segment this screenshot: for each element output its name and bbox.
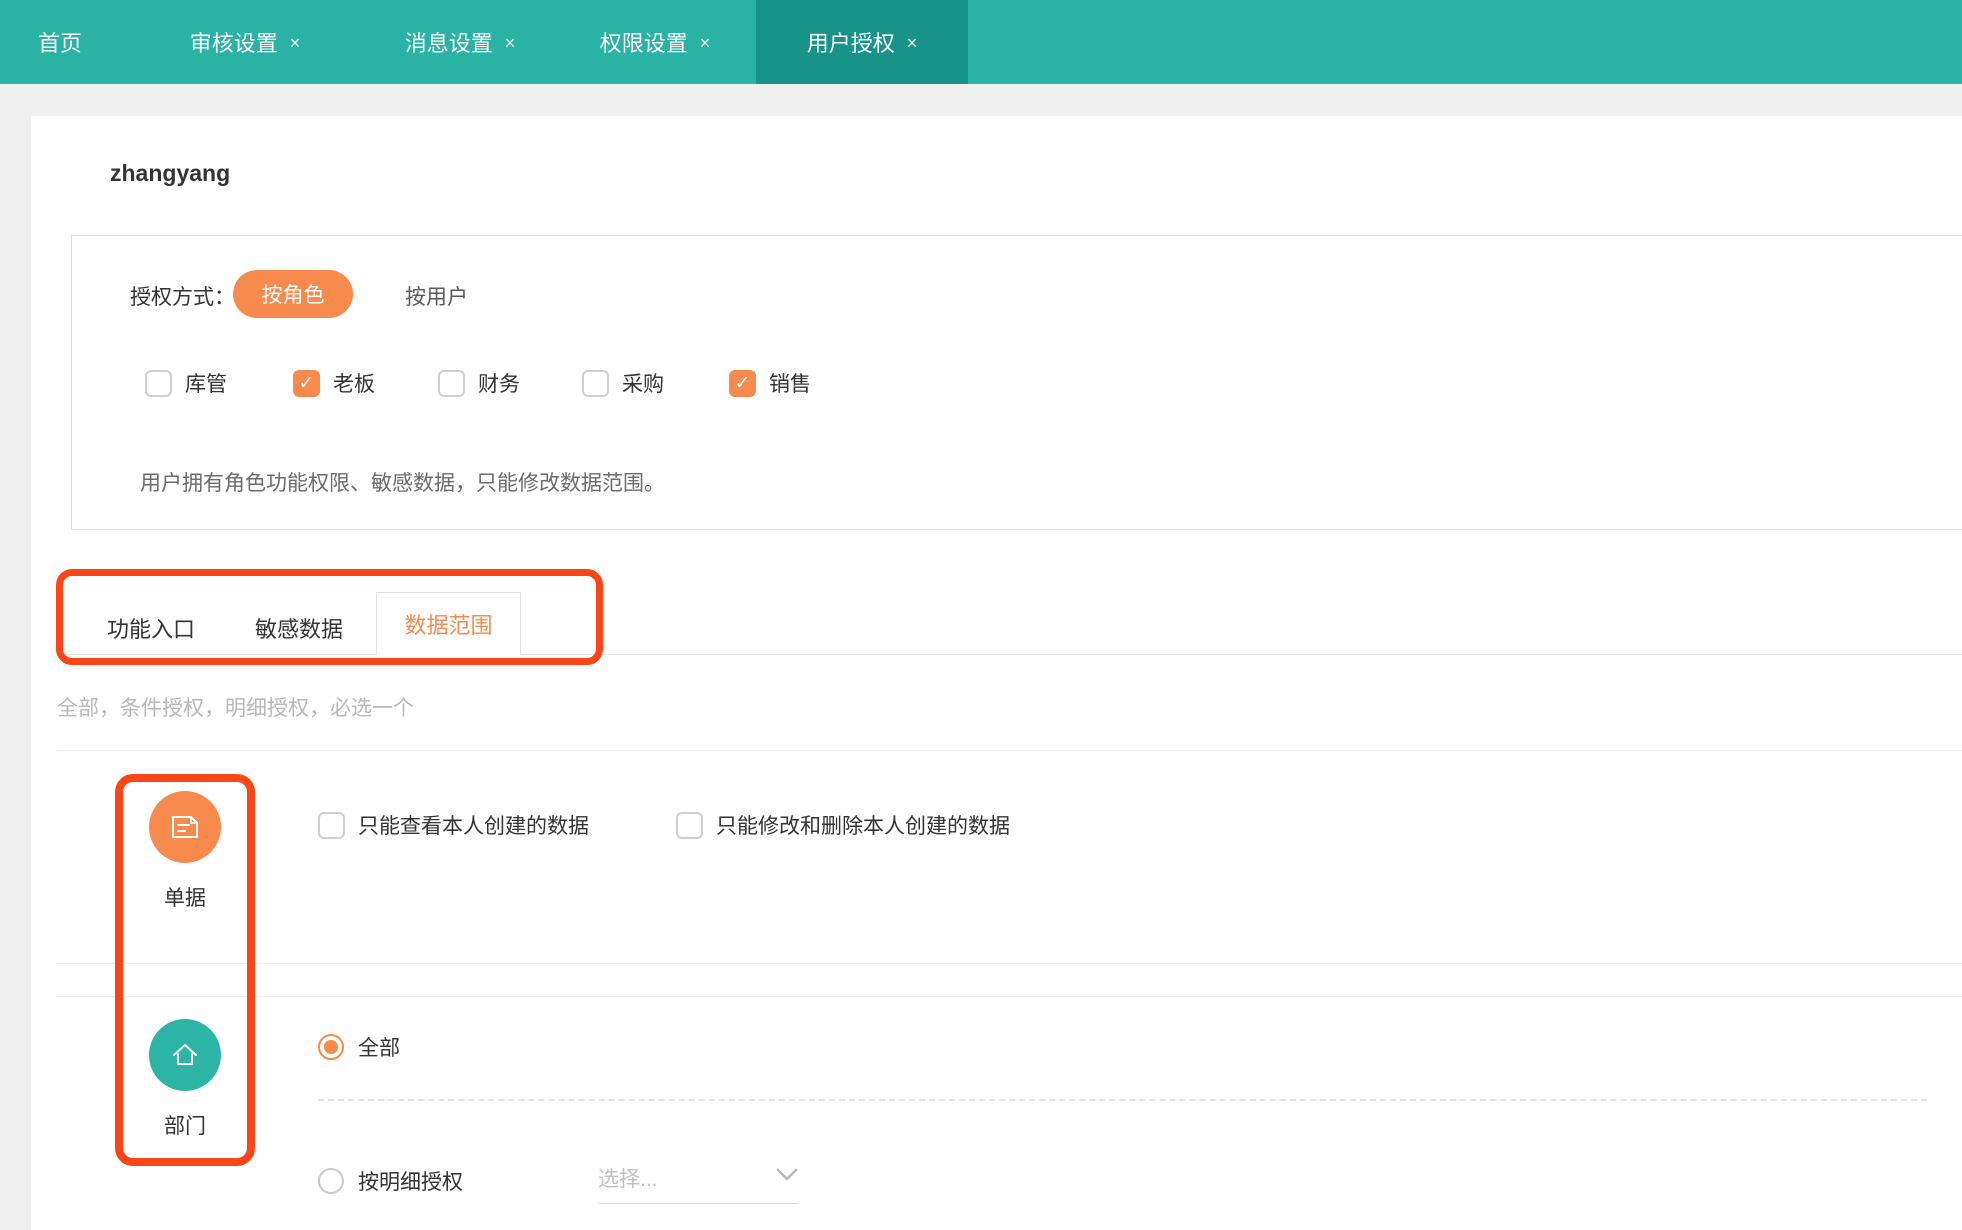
role-label: 库管 xyxy=(185,373,227,396)
top-nav-tabbar: 首页 审核设置 × 消息设置 × 权限设置 × 用户授权 × xyxy=(0,0,1962,84)
nav-tab-label: 权限设置 xyxy=(599,31,688,56)
dashed-divider xyxy=(318,1099,1927,1101)
user-authorization-page: 首页 审核设置 × 消息设置 × 权限设置 × 用户授权 × zhangyang… xyxy=(0,0,1962,1230)
tab-data-scope-active[interactable]: 数据范围 xyxy=(376,592,521,655)
checkbox-edit-own-data[interactable]: ✓ 只能修改和删除本人创建的数据 xyxy=(676,810,1010,840)
role-checkbox-sales[interactable]: ✓ 销售 xyxy=(729,368,811,398)
data-scope-hint: 全部，条件授权，明细授权，必选一个 xyxy=(57,697,414,720)
close-icon[interactable]: × xyxy=(907,34,918,52)
perm-tabbar-divider xyxy=(64,654,1962,655)
section-documents xyxy=(57,750,1962,964)
section-label-department: 部门 xyxy=(164,1115,206,1138)
page-title-username: zhangyang xyxy=(110,160,231,186)
checkbox-checked-icon[interactable]: ✓ xyxy=(293,369,320,397)
role-checkbox-warehouse[interactable]: ✓ 库管 xyxy=(145,368,227,398)
radio-icon[interactable] xyxy=(318,1168,344,1194)
role-checkbox-finance[interactable]: ✓ 财务 xyxy=(438,368,520,398)
nav-tab-audit-settings[interactable]: 审核设置 × xyxy=(150,0,340,84)
checkbox-icon[interactable]: ✓ xyxy=(145,369,172,397)
authorization-mode-label: 授权方式： xyxy=(130,286,235,309)
checkbox-icon[interactable]: ✓ xyxy=(676,811,703,839)
role-label: 财务 xyxy=(478,373,520,396)
radio-selected-icon[interactable] xyxy=(318,1034,344,1060)
checkbox-view-own-data[interactable]: ✓ 只能查看本人创建的数据 xyxy=(318,810,589,840)
by-role-button[interactable]: 按角色 xyxy=(233,270,353,318)
nav-tab-label: 消息设置 xyxy=(404,31,493,56)
chevron-down-icon xyxy=(776,1168,798,1187)
role-label: 销售 xyxy=(769,373,811,396)
department-select[interactable]: 选择... xyxy=(598,1152,798,1204)
nav-tab-home[interactable]: 首页 xyxy=(0,0,120,84)
close-icon[interactable]: × xyxy=(700,34,711,52)
role-checkbox-purchasing[interactable]: ✓ 采购 xyxy=(582,368,664,398)
radio-all[interactable]: 全部 xyxy=(318,1032,400,1062)
select-placeholder: 选择... xyxy=(598,1167,658,1191)
home-icon xyxy=(149,1019,221,1091)
nav-tab-message-settings[interactable]: 消息设置 × xyxy=(365,0,555,84)
checkbox-icon[interactable]: ✓ xyxy=(438,369,465,397)
authorization-description: 用户拥有角色功能权限、敏感数据，只能修改数据范围。 xyxy=(140,472,665,495)
nav-tab-permission-settings[interactable]: 权限设置 × xyxy=(565,0,745,84)
by-user-button[interactable]: 按用户 xyxy=(405,281,468,311)
close-icon[interactable]: × xyxy=(290,34,301,52)
document-icon xyxy=(149,791,221,863)
nav-tab-label: 首页 xyxy=(37,31,82,56)
section-label-documents: 单据 xyxy=(164,887,206,910)
nav-tab-user-authorization[interactable]: 用户授权 × xyxy=(756,0,968,84)
radio-detail-authorization[interactable]: 按明细授权 xyxy=(318,1166,463,1196)
role-label: 老板 xyxy=(333,373,375,396)
nav-tab-label: 审核设置 xyxy=(189,31,278,56)
checkbox-icon[interactable]: ✓ xyxy=(318,811,345,839)
checkbox-checked-icon[interactable]: ✓ xyxy=(729,369,756,397)
tab-function-entry[interactable]: 功能入口 xyxy=(107,612,195,644)
close-icon[interactable]: × xyxy=(505,34,516,52)
checkbox-icon[interactable]: ✓ xyxy=(582,369,609,397)
role-label: 采购 xyxy=(622,373,664,396)
tab-sensitive-data[interactable]: 敏感数据 xyxy=(255,612,343,644)
nav-tab-label: 用户授权 xyxy=(806,31,895,56)
role-checkbox-boss[interactable]: ✓ 老板 xyxy=(293,368,375,398)
